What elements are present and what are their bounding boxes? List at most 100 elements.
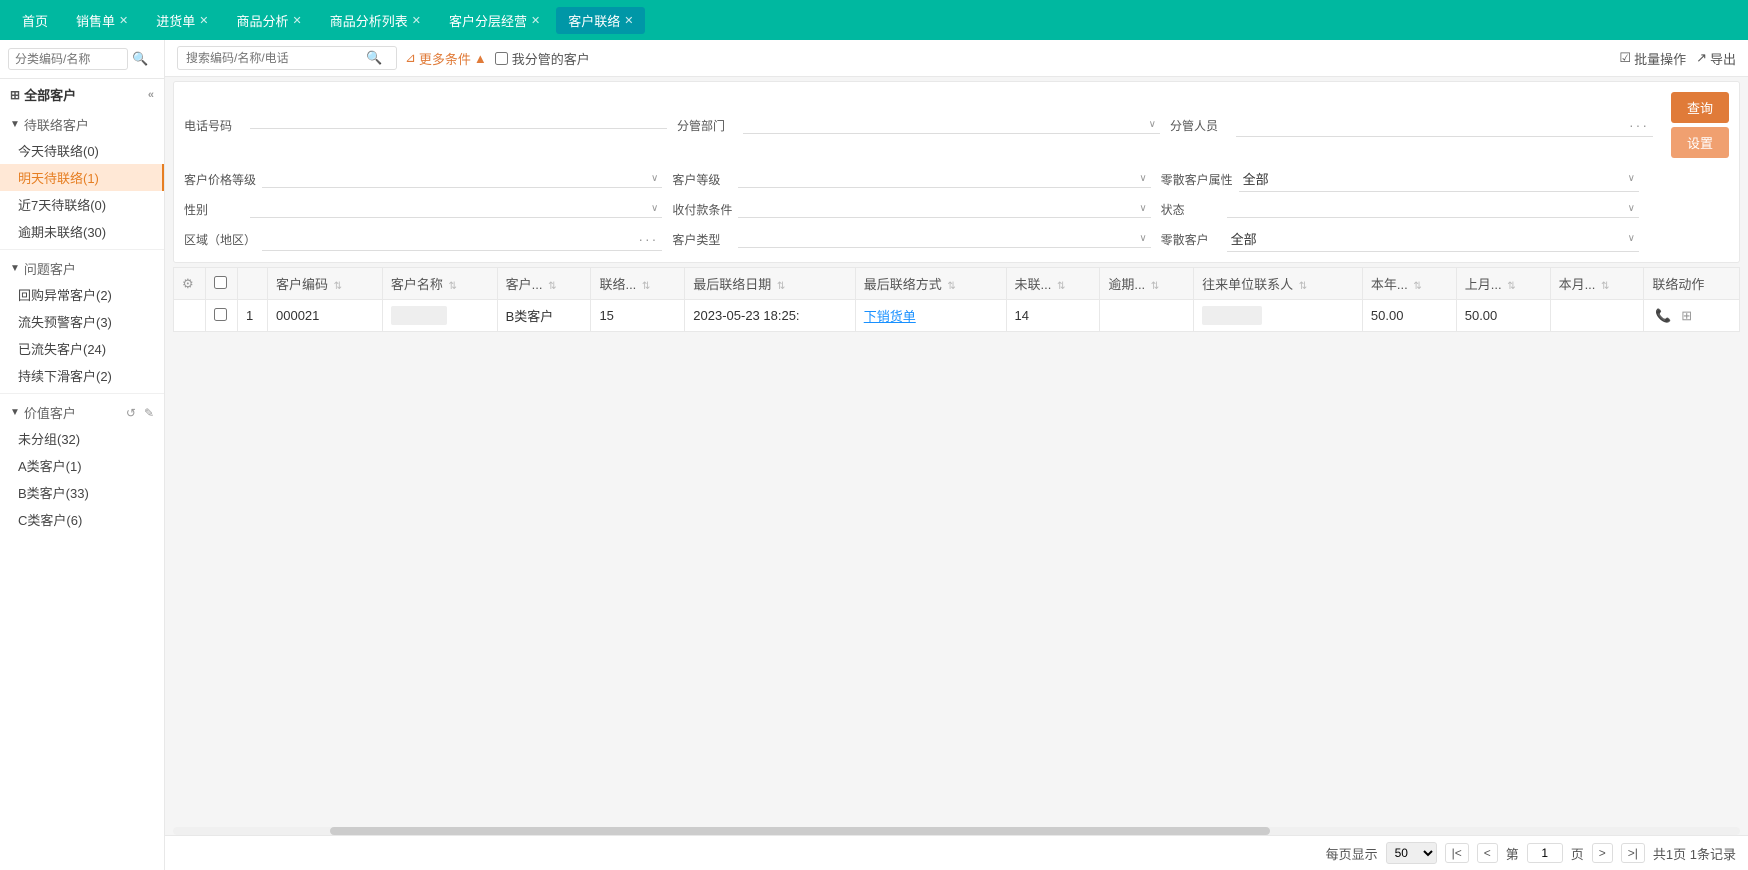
top-nav: 首页 销售单 ✕ 进货单 ✕ 商品分析 ✕ 商品分析列表 ✕ 客户分层经营 ✕ … bbox=[0, 0, 1748, 40]
sidebar-item-7days[interactable]: 近7天待联络(0) bbox=[0, 191, 164, 218]
sidebar-item-today[interactable]: 今天待联络(0) bbox=[0, 137, 164, 164]
nav-sales[interactable]: 销售单 ✕ bbox=[64, 7, 140, 34]
sidebar-all-customers[interactable]: ⊞ 全部客户 « bbox=[0, 79, 164, 110]
sidebar-item-churned[interactable]: 已流失客户(24) bbox=[0, 335, 164, 362]
row-index: 1 bbox=[238, 300, 268, 332]
problem-group-header[interactable]: ▼ 问题客户 bbox=[0, 254, 164, 281]
pending-group-header[interactable]: ▼ 待联络客户 bbox=[0, 110, 164, 137]
row-current-month bbox=[1550, 300, 1644, 332]
row-contact-count: 15 bbox=[591, 300, 685, 332]
nav-analysis-close[interactable]: ✕ bbox=[293, 14, 302, 27]
nav-home[interactable]: 首页 bbox=[10, 7, 60, 34]
sidebar-item-abnormal[interactable]: 回购异常客户(2) bbox=[0, 281, 164, 308]
table-settings-icon[interactable]: ⚙ bbox=[182, 276, 194, 291]
filter-panel: 电话号码 分管部门 ∨ 分管人员 ··· bbox=[173, 81, 1740, 263]
my-customers-checkbox[interactable] bbox=[495, 52, 508, 65]
sidebar-item-declining[interactable]: 持续下滑客户(2) bbox=[0, 362, 164, 389]
first-page-btn[interactable]: |< bbox=[1445, 843, 1469, 863]
row-last-contact-date: 2023-05-23 18:25: bbox=[685, 300, 855, 332]
last-page-btn[interactable]: >| bbox=[1621, 843, 1645, 863]
type-sort-icon[interactable]: ⇅ bbox=[548, 281, 556, 292]
nav-customer-tier[interactable]: 客户分层经营 ✕ bbox=[437, 7, 552, 34]
sidebar-item-churn-risk[interactable]: 流失预警客户(3) bbox=[0, 308, 164, 335]
value-refresh-icon[interactable]: ↺ bbox=[126, 406, 136, 420]
nav-customer-contact-close[interactable]: ✕ bbox=[624, 14, 633, 27]
date-sort-icon[interactable]: ⇅ bbox=[777, 281, 785, 292]
value-edit-icon[interactable]: ✎ bbox=[144, 406, 154, 420]
nav-customer-contact[interactable]: 客户联络 ✕ bbox=[556, 7, 645, 34]
select-all-checkbox[interactable] bbox=[214, 276, 227, 289]
declining-label: 持续下滑客户(2) bbox=[18, 369, 112, 384]
payment-select[interactable]: ∨ bbox=[738, 200, 1150, 218]
row-select-checkbox[interactable] bbox=[214, 308, 227, 321]
manager-filter: 分管人员 ··· bbox=[1170, 114, 1653, 137]
nav-analysis[interactable]: 商品分析 ✕ bbox=[224, 7, 313, 34]
action-grid-icon[interactable]: ⊞ bbox=[1681, 308, 1692, 323]
sidebar-item-tomorrow[interactable]: 明天待联络(1) bbox=[0, 164, 164, 191]
cmonth-sort-icon[interactable]: ⇅ bbox=[1601, 281, 1609, 292]
more-conditions-btn[interactable]: ⊿ 更多条件 ▲ bbox=[405, 49, 487, 68]
manager-select[interactable]: ··· bbox=[1236, 114, 1653, 137]
dept-select[interactable]: ∨ bbox=[743, 116, 1160, 134]
page-input[interactable] bbox=[1527, 843, 1563, 863]
sidebar-item-class-a[interactable]: A类客户(1) bbox=[0, 452, 164, 479]
retail-attr-select[interactable]: 全部 ∨ bbox=[1239, 166, 1639, 192]
search-input[interactable] bbox=[186, 51, 366, 65]
name-sort-icon[interactable]: ⇅ bbox=[448, 281, 456, 292]
overdue-sort-icon[interactable]: ⇅ bbox=[1151, 281, 1159, 292]
prev-page-btn[interactable]: < bbox=[1477, 843, 1498, 863]
person-sort-icon[interactable]: ⇅ bbox=[1299, 281, 1307, 292]
horizontal-scrollbar[interactable] bbox=[173, 827, 1740, 835]
row-name: Ea bbox=[382, 300, 497, 332]
phone-input[interactable] bbox=[250, 122, 667, 129]
price-level-select[interactable]: ∨ bbox=[262, 170, 662, 188]
price-level-label: 客户价格等级 bbox=[184, 171, 256, 188]
customer-type-select[interactable]: ∨ bbox=[738, 230, 1150, 248]
funnel-icon: ⊿ bbox=[405, 50, 416, 66]
row-unlinked: 14 bbox=[1006, 300, 1100, 332]
sidebar-item-ungrouped[interactable]: 未分组(32) bbox=[0, 425, 164, 452]
code-sort-icon[interactable]: ⇅ bbox=[334, 281, 342, 292]
query-btn[interactable]: 查询 bbox=[1671, 92, 1729, 123]
nav-analysis-list[interactable]: 商品分析列表 ✕ bbox=[318, 7, 433, 34]
sidebar-item-class-b[interactable]: B类客户(33) bbox=[0, 479, 164, 506]
nav-analysis-list-close[interactable]: ✕ bbox=[412, 14, 421, 27]
customer-type-chevron: ∨ bbox=[1139, 233, 1146, 244]
action-phone-icon[interactable]: 📞 bbox=[1655, 308, 1671, 323]
per-page-select[interactable]: 50 100 200 bbox=[1386, 842, 1437, 864]
sidebar-item-class-c[interactable]: C类客户(6) bbox=[0, 506, 164, 533]
page-label: 第 bbox=[1506, 844, 1519, 863]
set-btn[interactable]: 设置 bbox=[1671, 127, 1729, 158]
retail-customer-filter: 零散客户 全部 ∨ bbox=[1161, 226, 1639, 252]
status-select[interactable]: ∨ bbox=[1227, 200, 1639, 218]
all-customers-label: 全部客户 bbox=[24, 85, 76, 104]
unlinked-sort-icon[interactable]: ⇅ bbox=[1057, 281, 1065, 292]
my-customers-checkbox-label[interactable]: 我分管的客户 bbox=[495, 49, 590, 68]
next-page-btn[interactable]: > bbox=[1592, 843, 1613, 863]
export-btn[interactable]: ↗ 导出 bbox=[1696, 49, 1736, 68]
sidebar-search-icon[interactable]: 🔍 bbox=[132, 51, 148, 67]
year-sort-icon[interactable]: ⇅ bbox=[1413, 281, 1421, 292]
sidebar-search-input[interactable] bbox=[8, 48, 128, 70]
th-code: 客户编码 ⇅ bbox=[268, 268, 383, 300]
nav-purchase[interactable]: 进货单 ✕ bbox=[144, 7, 220, 34]
search-icon[interactable]: 🔍 bbox=[366, 50, 382, 66]
nav-sales-close[interactable]: ✕ bbox=[119, 14, 128, 27]
scrollbar-thumb[interactable] bbox=[330, 827, 1270, 835]
lmonth-sort-icon[interactable]: ⇅ bbox=[1507, 281, 1515, 292]
region-select[interactable]: ··· bbox=[262, 228, 662, 251]
contact-sort-icon[interactable]: ⇅ bbox=[642, 281, 650, 292]
gender-select[interactable]: ∨ bbox=[250, 200, 662, 218]
retail-customer-select[interactable]: 全部 ∨ bbox=[1227, 226, 1639, 252]
value-group-header[interactable]: ▼ 价值客户 ↺ ✎ bbox=[0, 398, 164, 425]
nav-customer-tier-close[interactable]: ✕ bbox=[531, 14, 540, 27]
row-customer-type: B类客户 bbox=[497, 300, 591, 332]
export-icon: ↗ bbox=[1696, 50, 1707, 66]
contact-method-link[interactable]: 下销货单 bbox=[864, 309, 916, 324]
customer-level-select[interactable]: ∨ bbox=[738, 170, 1150, 188]
nav-purchase-close[interactable]: ✕ bbox=[199, 14, 208, 27]
sidebar-item-overdue[interactable]: 逾期未联络(30) bbox=[0, 218, 164, 245]
batch-operation-btn[interactable]: ☑ 批量操作 bbox=[1619, 49, 1686, 68]
retail-attr-filter: 零散客户属性 全部 ∨ bbox=[1161, 166, 1639, 192]
method-sort-icon[interactable]: ⇅ bbox=[947, 281, 955, 292]
